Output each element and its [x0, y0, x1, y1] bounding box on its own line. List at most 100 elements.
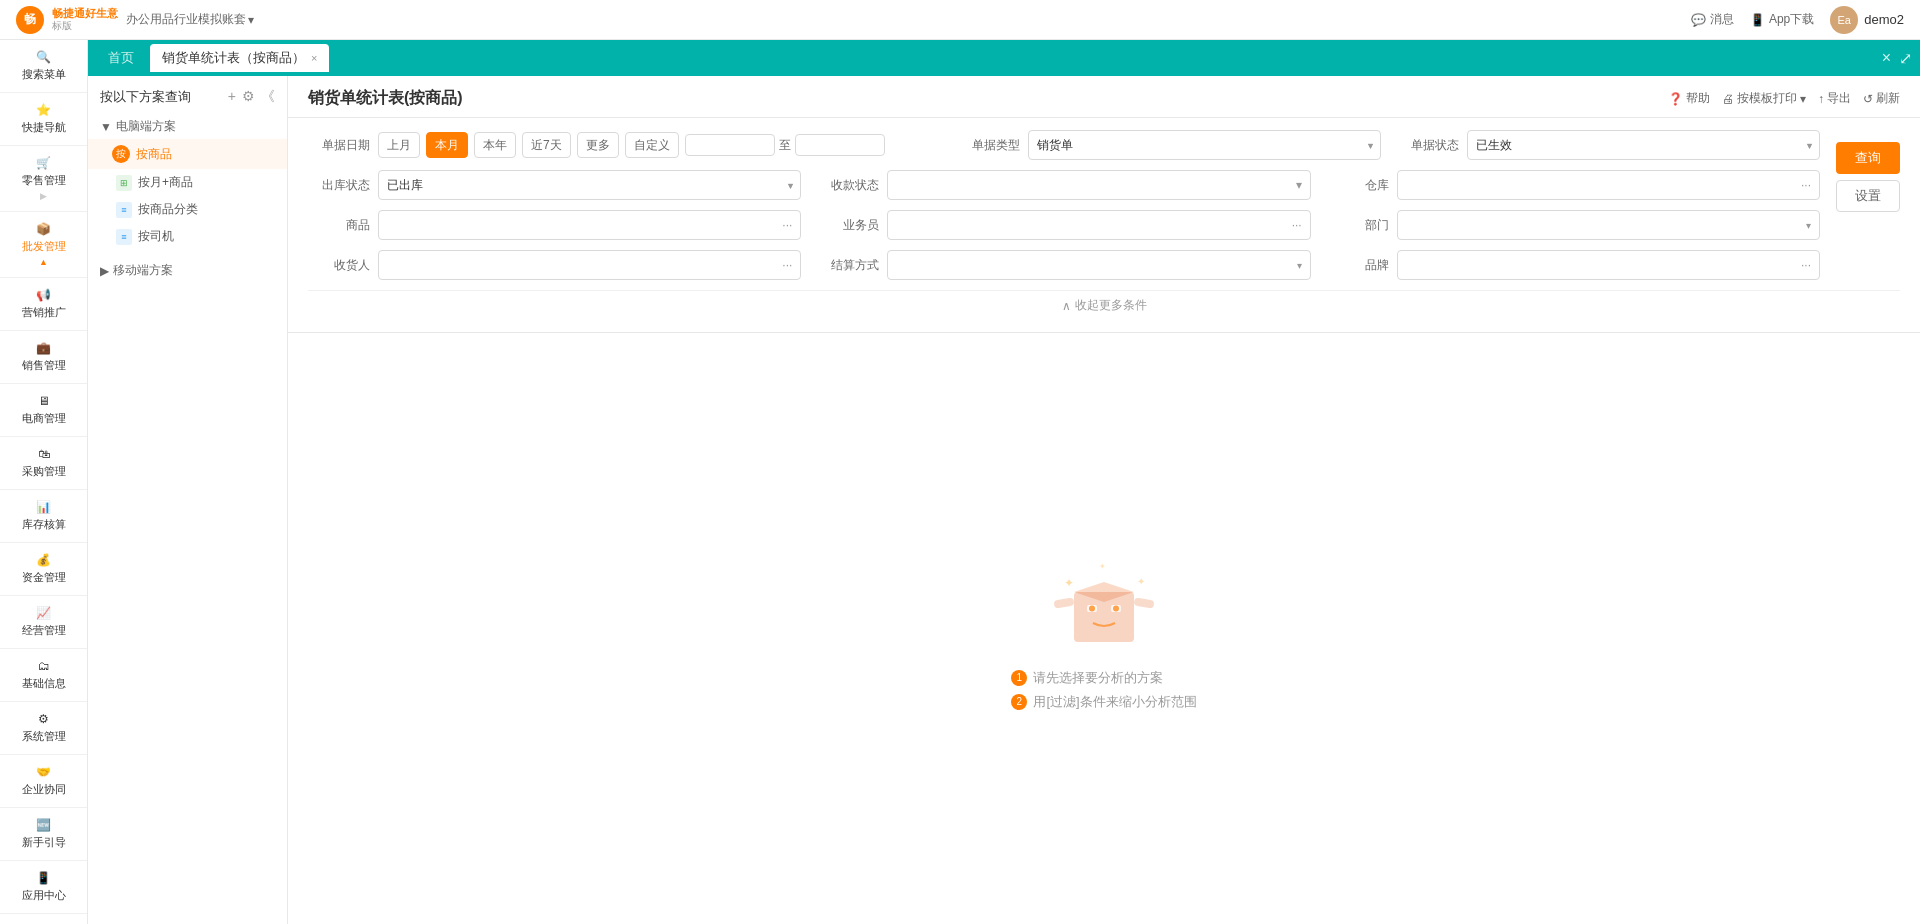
empty-tip-1: 1 请先选择要分析的方案 [1011, 669, 1196, 687]
doc-type-select-wrapper: 销货单 ▾ [1028, 130, 1381, 160]
tab-close-icon[interactable]: × [311, 52, 317, 64]
out-status-select[interactable]: 已出库 [378, 170, 801, 200]
left-panel-actions: + ⚙ 《 [228, 88, 275, 106]
action-buttons: 查询 设置 [1836, 142, 1900, 212]
salesman-select[interactable]: ··· [887, 210, 1310, 240]
doc-status-select[interactable]: 已生效 [1467, 130, 1820, 160]
out-status-label: 出库状态 [308, 177, 378, 194]
sidebar-item-retail[interactable]: 🛒 零售管理 ▶ [0, 146, 87, 212]
industry-dropdown[interactable]: 办公用品行业模拟账套 ▾ [126, 11, 254, 28]
sidebar: 🔍 搜索菜单 ⭐ 快捷导航 🛒 零售管理 ▶ 📦 批发管理 ▲ 📢 营销推广 💼… [0, 40, 88, 924]
sidebar-item-corp-wechat[interactable]: 💬 企业微信 [0, 914, 87, 924]
message-button[interactable]: 💬 消息 [1691, 11, 1734, 28]
logo-icon: 畅 [16, 6, 44, 34]
left-panel-header: 按以下方案查询 + ⚙ 《 [88, 88, 287, 114]
logo-text: 畅 [24, 11, 36, 28]
salesman-label: 业务员 [817, 217, 887, 234]
sidebar-item-finance[interactable]: 💰 资金管理 [0, 543, 87, 596]
sidebar-item-purchase[interactable]: 🛍 采购管理 [0, 437, 87, 490]
scheme-icon-month-goods: ⊞ [116, 175, 132, 191]
dept-label: 部门 [1327, 217, 1397, 234]
out-status-wrapper: 已出库 ▾ [378, 170, 801, 200]
payment-label: 结算方式 [817, 257, 887, 274]
sidebar-item-ecommerce[interactable]: 🖥 电商管理 [0, 384, 87, 437]
scheme-item-by-goods[interactable]: 按 按商品 [88, 139, 287, 169]
recipient-label: 收货人 [308, 257, 378, 274]
sidebar-item-operation[interactable]: 📈 经营管理 [0, 596, 87, 649]
export-action[interactable]: ↑ 导出 [1818, 90, 1851, 107]
settings-button[interactable]: 设置 [1836, 180, 1900, 212]
sidebar-item-search[interactable]: 🔍 搜索菜单 [0, 40, 87, 93]
scheme-item-by-category[interactable]: ≡ 按商品分类 [88, 196, 287, 223]
dept-select[interactable]: ▾ [1397, 210, 1820, 240]
topbar-left: 畅 畅捷通好生意 标版 办公用品行业模拟账套 ▾ [16, 6, 254, 34]
receipt-status-select[interactable]: ▾ [887, 170, 1310, 200]
date-filter: 上月 本月 本年 近7天 更多 自定义 2023-03-01 至 2023-03… [378, 132, 942, 158]
page-header: 销货单统计表(按商品) ❓ 帮助 🖨 按模板打印 ▾ ↑ [288, 76, 1920, 118]
sidebar-item-inventory[interactable]: 📊 库存核算 [0, 490, 87, 543]
sidebar-item-sales[interactable]: 💼 销售管理 [0, 331, 87, 384]
last7-btn[interactable]: 近7天 [522, 132, 571, 158]
collapse-filter-btn[interactable]: ∧ 收起更多条件 [308, 290, 1900, 320]
sidebar-item-wholesale[interactable]: 📦 批发管理 ▲ [0, 212, 87, 278]
sidebar-item-guide[interactable]: 🆕 新手引导 [0, 808, 87, 861]
app-download-button[interactable]: 📱 App下载 [1750, 11, 1814, 28]
filter-area: 单据日期 上月 本月 本年 近7天 更多 自定义 2023-03-01 [288, 118, 1920, 333]
filter-row-2: 出库状态 已出库 ▾ 收款状态 [308, 170, 1900, 200]
scheme-group-mobile-header[interactable]: ▶ 移动端方案 [88, 258, 287, 283]
payment-select[interactable]: ▾ [887, 250, 1310, 280]
this-month-btn[interactable]: 本月 [426, 132, 468, 158]
date-end-input[interactable]: 2023-03-31 [795, 134, 885, 156]
close-window-icon[interactable]: × [1882, 49, 1891, 67]
date-label: 单据日期 [308, 137, 378, 154]
scheme-icon-by-category: ≡ [116, 202, 132, 218]
page-title: 销货单统计表(按商品) [308, 88, 463, 109]
more-btn[interactable]: 更多 [577, 132, 619, 158]
scheme-group-mobile: ▶ 移动端方案 [88, 258, 287, 291]
sidebar-item-app-center[interactable]: 📱 应用中心 [0, 861, 87, 914]
sidebar-item-marketing[interactable]: 📢 营销推广 [0, 278, 87, 331]
svg-text:✦: ✦ [1064, 576, 1074, 590]
svg-point-3 [1089, 605, 1095, 611]
empty-tips: 1 请先选择要分析的方案 2 用[过滤]条件来缩小分析范围 [1011, 669, 1196, 711]
tab-sales-report[interactable]: 销货单统计表（按商品） × [150, 44, 329, 72]
settings-scheme-icon[interactable]: ⚙ [242, 88, 255, 106]
svg-point-4 [1113, 605, 1119, 611]
empty-tip-2: 2 用[过滤]条件来缩小分析范围 [1011, 693, 1196, 711]
topbar-subtitle: 标版 [52, 20, 118, 32]
date-start-input[interactable]: 2023-03-01 [685, 134, 775, 156]
scheme-item-by-cashier[interactable]: ≡ 按司机 [88, 223, 287, 250]
this-year-btn[interactable]: 本年 [474, 132, 516, 158]
refresh-action[interactable]: ↺ 刷新 [1863, 90, 1900, 107]
help-action[interactable]: ❓ 帮助 [1668, 90, 1710, 107]
svg-rect-5 [1053, 597, 1074, 608]
query-button[interactable]: 查询 [1836, 142, 1900, 174]
user-profile[interactable]: Ea demo2 [1830, 6, 1904, 34]
sidebar-item-quick-nav[interactable]: ⭐ 快捷导航 [0, 93, 87, 146]
sidebar-item-corp-collab[interactable]: 🤝 企业协同 [0, 755, 87, 808]
scheme-item-month-goods[interactable]: ⊞ 按月+商品 [88, 169, 287, 196]
tab-home[interactable]: 首页 [96, 44, 146, 72]
date-range: 2023-03-01 至 2023-03-31 [685, 134, 885, 156]
sidebar-item-system[interactable]: ⚙ 系统管理 [0, 702, 87, 755]
scheme-group-pc-header[interactable]: ▼ 电脑端方案 [88, 114, 287, 139]
sidebar-item-basic[interactable]: 🗂 基础信息 [0, 649, 87, 702]
last-month-btn[interactable]: 上月 [378, 132, 420, 158]
svg-text:✦: ✦ [1137, 576, 1145, 587]
doc-type-select[interactable]: 销货单 [1028, 130, 1381, 160]
add-scheme-icon[interactable]: + [228, 88, 236, 106]
page-actions: ❓ 帮助 🖨 按模板打印 ▾ ↑ 导出 ↺ [1668, 90, 1900, 107]
empty-illustration: ✦ ✦ ✦ [1049, 547, 1159, 657]
content-area: 按以下方案查询 + ⚙ 《 ▼ 电脑端方案 按 [88, 76, 1920, 924]
avatar: Ea [1830, 6, 1858, 34]
maximize-icon[interactable]: ⤢ [1899, 49, 1912, 68]
custom-btn[interactable]: 自定义 [625, 132, 679, 158]
print-template-action[interactable]: 🖨 按模板打印 ▾ [1722, 90, 1806, 107]
recipient-select[interactable]: ··· [378, 250, 801, 280]
goods-select[interactable]: ··· [378, 210, 801, 240]
goods-label: 商品 [308, 217, 378, 234]
brand-select[interactable]: ··· [1397, 250, 1820, 280]
receipt-status-label: 收款状态 [817, 177, 887, 194]
collapse-panel-icon[interactable]: 《 [261, 88, 275, 106]
warehouse-select[interactable]: ··· [1397, 170, 1820, 200]
